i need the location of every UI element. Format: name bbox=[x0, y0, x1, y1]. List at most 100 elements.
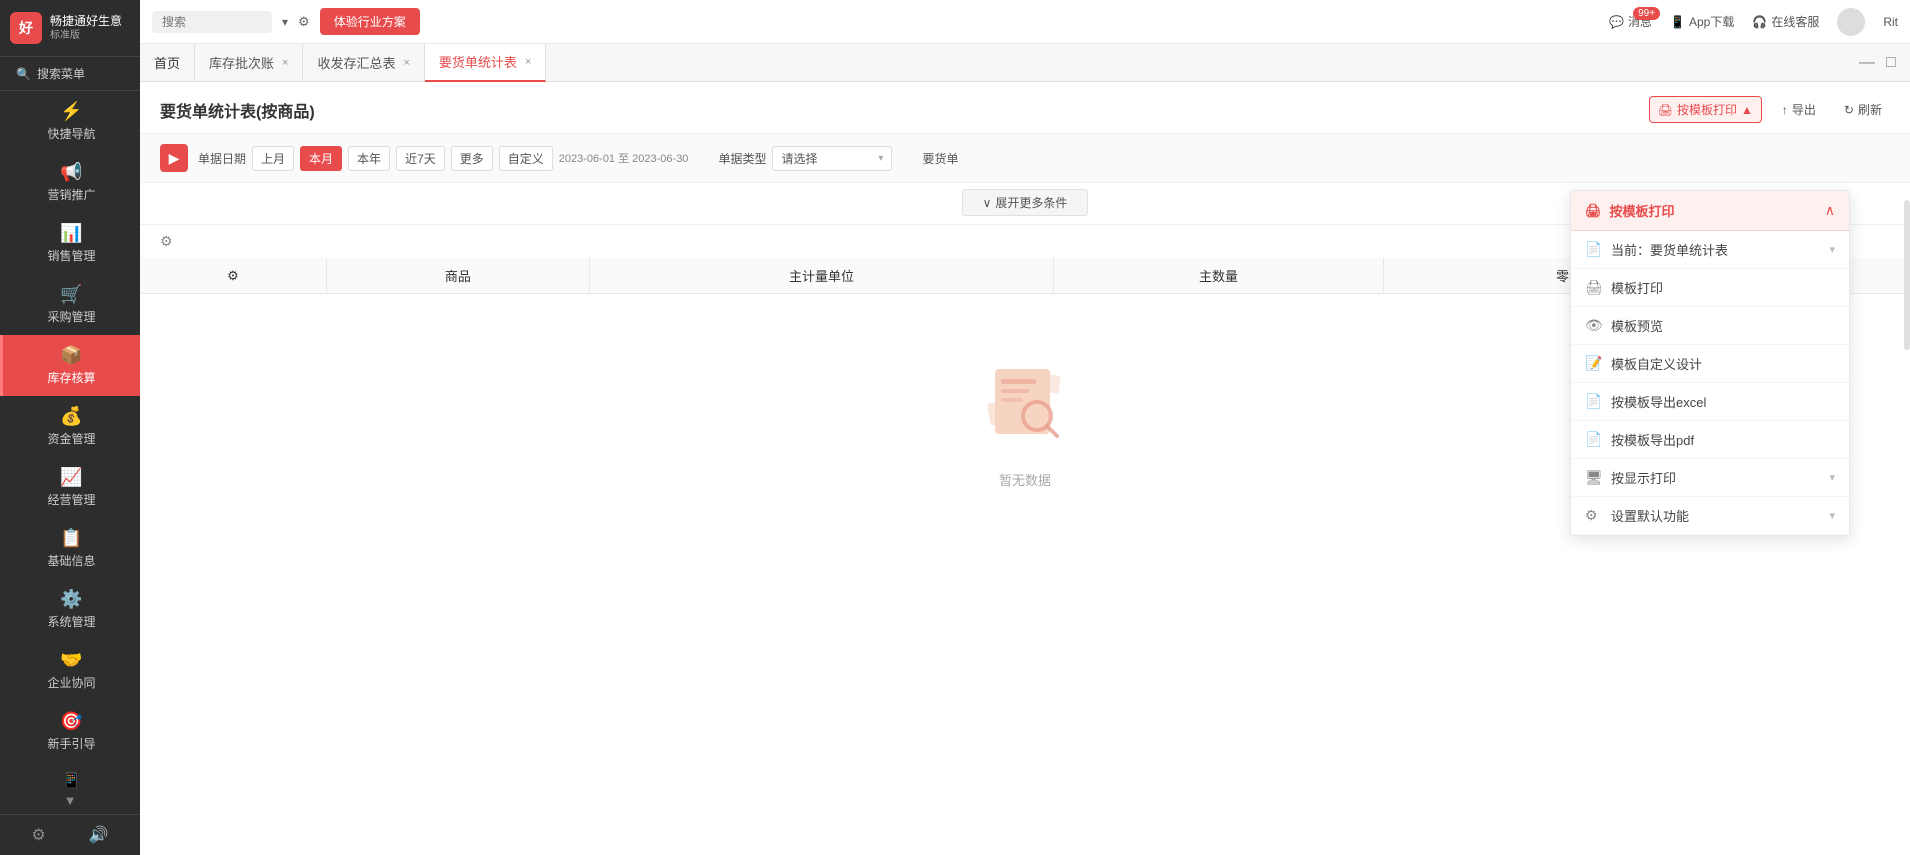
message-icon: 💬 bbox=[1609, 15, 1624, 29]
display-print-icon: 🖥 bbox=[1585, 469, 1601, 486]
sound-footer-icon[interactable]: 🔊 bbox=[89, 825, 109, 845]
tab-order-stats[interactable]: 要货单统计表 × bbox=[425, 44, 546, 82]
expand-more-button[interactable]: ∨ 展开更多条件 bbox=[962, 189, 1089, 216]
dropdown-item-display-print[interactable]: 🖥 按显示打印 ▾ bbox=[1571, 459, 1849, 497]
tab-close-receive-summary[interactable]: × bbox=[403, 57, 409, 69]
template-custom-icon: 📝 bbox=[1585, 355, 1601, 372]
date-more[interactable]: 更多 bbox=[451, 146, 493, 171]
right-resize-bar[interactable] bbox=[1904, 200, 1910, 350]
print-dropdown-arrow: ▲ bbox=[1741, 103, 1753, 117]
empty-illustration bbox=[975, 354, 1075, 454]
tabs-bar: 首页 库存批次账 × 收发存汇总表 × 要货单统计表 × — □ bbox=[140, 44, 1910, 82]
print-template-button[interactable]: 🖨 按模板打印 ▲ bbox=[1649, 96, 1762, 123]
expand-more-icon: ∨ bbox=[983, 196, 992, 210]
topbar-search-dropdown[interactable]: ▾ bbox=[282, 15, 288, 29]
dropdown-header: 🖨 按模板打印 ∧ bbox=[1571, 191, 1849, 231]
print-icon: 🖨 bbox=[1658, 103, 1673, 117]
dropdown-item-set-default[interactable]: ⚙ 设置默认功能 ▾ bbox=[1571, 497, 1849, 535]
date-filter-group: 单据日期 上月 本月 本年 近7天 更多 自定义 2023-06-01 至 20… bbox=[198, 146, 688, 171]
dropdown-item-template-custom[interactable]: 📝 模板自定义设计 bbox=[1571, 345, 1849, 383]
date-last-7-days[interactable]: 近7天 bbox=[396, 146, 445, 171]
col-settings[interactable]: ⚙ bbox=[140, 258, 326, 294]
topbar-right: 💬 消息 99+ 📱 App下载 🎧 在线客服 Rit bbox=[1609, 8, 1898, 36]
collab-icon: 🤝 bbox=[60, 650, 82, 671]
dropdown-item-template-pdf[interactable]: 📄 按模板导出pdf bbox=[1571, 421, 1849, 459]
order-type-filter-group: 单据类型 请选择 ▾ bbox=[718, 146, 892, 171]
date-current-year[interactable]: 本年 bbox=[348, 146, 390, 171]
app-download-button[interactable]: 📱 App下载 bbox=[1670, 13, 1734, 30]
col-goods: 商品 bbox=[326, 258, 589, 294]
print-dropdown-menu: 🖨 按模板打印 ∧ 📄 当前：要货单统计表 ▾ 🖨 模板打印 👁 模板预览 📝 bbox=[1570, 190, 1850, 536]
search-icon: 🔍 bbox=[16, 67, 31, 81]
sidebar-nav: ⚡ 快捷导航 📢 营销推广 📊 销售管理 🛒 采购管理 📦 库存核算 💰 资金管… bbox=[0, 91, 140, 787]
page-title: 要货单统计表(按商品) bbox=[160, 98, 315, 122]
tab-home[interactable]: 首页 bbox=[140, 44, 195, 82]
message-badge: 99+ bbox=[1633, 7, 1660, 20]
date-range-display: 2023-06-01 至 2023-06-30 bbox=[559, 150, 689, 166]
sidebar-item-collab[interactable]: 🤝 企业协同 bbox=[0, 640, 140, 701]
sidebar-item-finance[interactable]: 💰 资金管理 bbox=[0, 396, 140, 457]
order-type-select[interactable]: 请选择 ▾ bbox=[772, 146, 892, 171]
tab-inventory-batch[interactable]: 库存批次账 × bbox=[195, 44, 303, 82]
user-avatar[interactable] bbox=[1837, 8, 1865, 36]
operations-icon: 📈 bbox=[60, 467, 82, 488]
refresh-icon: ↻ bbox=[1844, 103, 1854, 117]
sidebar-item-quick-nav[interactable]: ⚡ 快捷导航 bbox=[0, 91, 140, 152]
window-minimize-button[interactable]: — bbox=[1858, 54, 1876, 72]
sidebar-item-marketing[interactable]: 📢 营销推广 bbox=[0, 152, 140, 213]
window-maximize-button[interactable]: □ bbox=[1882, 54, 1900, 72]
sidebar-item-guide[interactable]: 🎯 新手引导 bbox=[0, 701, 140, 762]
filter-bar: ▶ 单据日期 上月 本月 本年 近7天 更多 自定义 2023-06-01 至 … bbox=[140, 134, 1910, 183]
sidebar-search[interactable]: 🔍 搜索菜单 bbox=[0, 57, 140, 91]
message-button[interactable]: 💬 消息 99+ bbox=[1609, 13, 1652, 30]
set-default-icon: ⚙ bbox=[1585, 507, 1601, 524]
empty-text: 暂无数据 bbox=[999, 470, 1051, 489]
dropdown-item-current[interactable]: 📄 当前：要货单统计表 ▾ bbox=[1571, 231, 1849, 269]
sidebar-scroll-down[interactable]: ▼ bbox=[0, 787, 140, 814]
dropdown-item-template-print[interactable]: 🖨 模板打印 bbox=[1571, 269, 1849, 307]
industry-solution-button[interactable]: 体验行业方案 bbox=[320, 8, 420, 35]
dropdown-item-template-excel[interactable]: 📄 按模板导出excel bbox=[1571, 383, 1849, 421]
date-prev-month[interactable]: 上月 bbox=[252, 146, 294, 171]
date-custom[interactable]: 自定义 bbox=[499, 146, 553, 171]
sidebar-item-inventory[interactable]: 📦 库存核算 bbox=[0, 335, 140, 396]
template-excel-icon: 📄 bbox=[1585, 393, 1601, 410]
logo-text: 畅捷通好生意 标准版 bbox=[50, 14, 122, 43]
guide-icon: 🎯 bbox=[60, 711, 82, 732]
col-unit: 主计量单位 bbox=[589, 258, 1053, 294]
template-print-icon: 🖨 bbox=[1585, 279, 1601, 296]
headset-icon: 🎧 bbox=[1752, 15, 1767, 29]
settings-footer-icon[interactable]: ⚙ bbox=[31, 825, 45, 845]
customer-service-button[interactable]: 🎧 在线客服 bbox=[1752, 13, 1819, 30]
current-template-icon: 📄 bbox=[1585, 241, 1601, 258]
sidebar-item-system[interactable]: ⚙️ 系统管理 bbox=[0, 579, 140, 640]
basic-icon: 📋 bbox=[60, 528, 82, 549]
table-settings-icon[interactable]: ⚙ bbox=[160, 233, 173, 250]
tab-close-inventory-batch[interactable]: × bbox=[282, 57, 288, 69]
goods-type-filter-group: 要货单 bbox=[922, 150, 958, 167]
page-header: 要货单统计表(按商品) 🖨 按模板打印 ▲ ↑ 导出 ↻ 刷新 bbox=[140, 82, 1910, 134]
sidebar-item-sales[interactable]: 📊 销售管理 bbox=[0, 213, 140, 274]
tab-close-order-stats[interactable]: × bbox=[525, 56, 531, 68]
filter-expand-button[interactable]: ▶ bbox=[160, 144, 188, 172]
sidebar-item-purchase[interactable]: 🛒 采购管理 bbox=[0, 274, 140, 335]
date-current-month[interactable]: 本月 bbox=[300, 146, 342, 171]
sidebar-item-operations[interactable]: 📈 经营管理 bbox=[0, 457, 140, 518]
refresh-button[interactable]: ↻ 刷新 bbox=[1836, 97, 1890, 122]
export-button[interactable]: ↑ 导出 bbox=[1774, 97, 1824, 122]
dropdown-collapse-button[interactable]: ∧ bbox=[1825, 202, 1835, 219]
topbar-gear-icon[interactable]: ⚙ bbox=[298, 14, 310, 30]
topbar-search-input[interactable] bbox=[152, 11, 272, 33]
sidebar-item-apps[interactable]: 📱 应用中心 bbox=[0, 762, 140, 787]
sidebar: 好 畅捷通好生意 标准版 🔍 搜索菜单 ⚡ 快捷导航 📢 营销推广 📊 销售管理… bbox=[0, 0, 140, 855]
sidebar-item-basic[interactable]: 📋 基础信息 bbox=[0, 518, 140, 579]
col-quantity: 主数量 bbox=[1054, 258, 1384, 294]
dropdown-item-template-preview[interactable]: 👁 模板预览 bbox=[1571, 307, 1849, 345]
sidebar-footer: ⚙ 🔊 bbox=[0, 814, 140, 855]
current-arrow: ▾ bbox=[1829, 243, 1835, 256]
marketing-icon: 📢 bbox=[60, 162, 82, 183]
export-icon: ↑ bbox=[1782, 103, 1788, 117]
tab-receive-summary[interactable]: 收发存汇总表 × bbox=[303, 44, 424, 82]
order-type-arrow: ▾ bbox=[878, 153, 883, 164]
purchase-icon: 🛒 bbox=[60, 284, 82, 305]
